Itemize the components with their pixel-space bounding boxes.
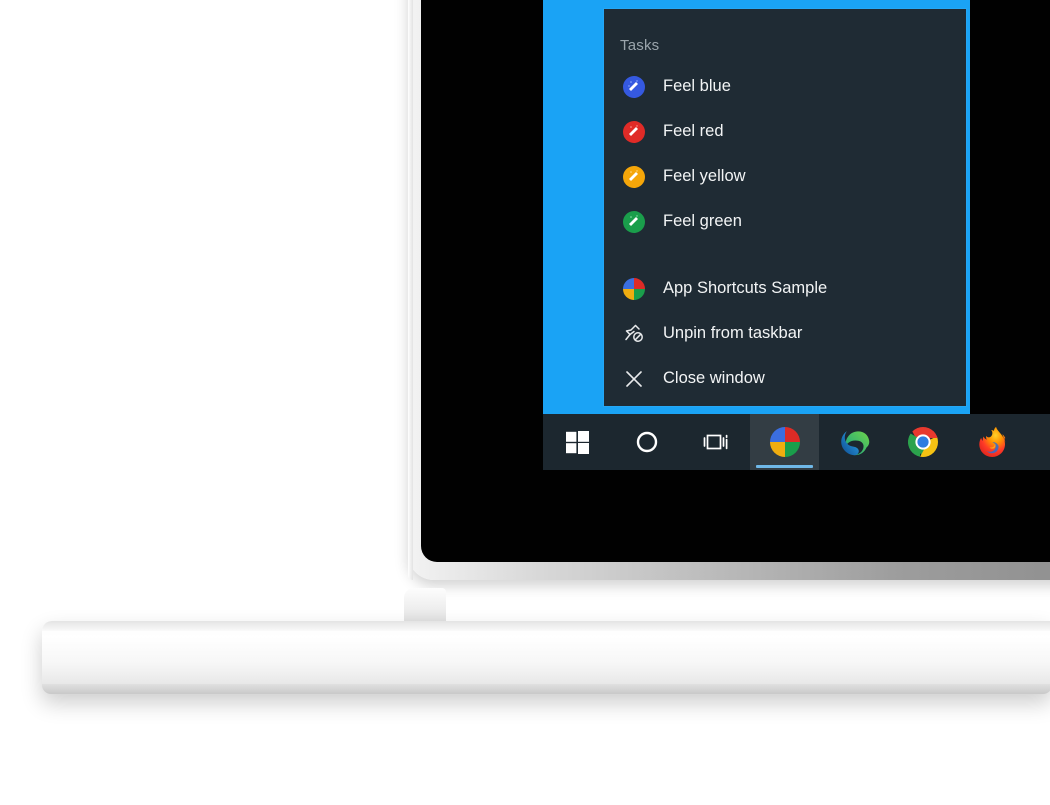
edge-button[interactable]: [819, 414, 888, 470]
jumplist-separator: [604, 244, 966, 266]
menu-item-unpin-from-taskbar[interactable]: Unpin from taskbar: [604, 311, 966, 356]
menu-item-feel-red[interactable]: Feel red: [604, 109, 966, 154]
app-shortcuts-sample-button[interactable]: [750, 414, 819, 470]
app-shortcuts-sample-icon: [620, 275, 648, 303]
menu-item-feel-yellow[interactable]: Feel yellow: [604, 154, 966, 199]
menu-item-label: Unpin from taskbar: [663, 324, 803, 342]
menu-item-label: Feel blue: [663, 77, 731, 95]
menu-item-feel-green[interactable]: Feel green: [604, 199, 966, 244]
menu-item-label: Feel red: [663, 122, 724, 140]
menu-item-label: Feel yellow: [663, 167, 746, 185]
task-view-icon: [702, 429, 730, 455]
firefox-button[interactable]: [957, 414, 1026, 470]
laptop-base-front-lip: [42, 684, 1050, 694]
chrome-button[interactable]: [888, 414, 957, 470]
jumplist-menu: Tasks Feel blue Feel red Feel yellow Fee…: [604, 9, 966, 406]
menu-item-label: Close window: [663, 369, 765, 387]
menu-item-label: App Shortcuts Sample: [663, 279, 828, 297]
pen-circle-red-icon: [620, 118, 648, 146]
pen-circle-green-icon: [620, 208, 648, 236]
mozilla-firefox-icon: [976, 426, 1008, 458]
screenshot-canvas: Tasks Feel blue Feel red Feel yellow Fee…: [0, 0, 1050, 805]
menu-item-feel-blue[interactable]: Feel blue: [604, 64, 966, 109]
start-button[interactable]: [543, 414, 612, 470]
menu-item-close-window[interactable]: Close window: [604, 356, 966, 401]
laptop-base-top-edge: [42, 621, 1050, 631]
microsoft-edge-icon: [838, 426, 870, 458]
cortana-button[interactable]: [612, 414, 681, 470]
menu-item-app-shortcuts-sample[interactable]: App Shortcuts Sample: [604, 266, 966, 311]
pen-circle-blue-icon: [620, 73, 648, 101]
close-icon: [620, 365, 648, 393]
cortana-circle-icon: [634, 429, 660, 455]
pen-circle-yellow-icon: [620, 163, 648, 191]
windows-logo-icon: [566, 430, 589, 454]
laptop-lid-edge-highlight: [408, 0, 413, 580]
jumplist-header-tasks: Tasks: [620, 37, 660, 54]
task-view-button[interactable]: [681, 414, 750, 470]
app-shortcuts-sample-icon: [769, 426, 801, 458]
google-chrome-icon: [907, 426, 939, 458]
menu-item-label: Feel green: [663, 212, 742, 230]
taskbar-active-indicator: [756, 465, 813, 468]
unpin-icon: [620, 320, 648, 348]
taskbar: [543, 414, 1050, 470]
jumplist-actions-list: App Shortcuts Sample Unpin from taskbar: [604, 266, 966, 401]
jumplist-tasks-list: Feel blue Feel red Feel yellow Feel gree…: [604, 64, 966, 244]
laptop-base: [42, 621, 1050, 693]
